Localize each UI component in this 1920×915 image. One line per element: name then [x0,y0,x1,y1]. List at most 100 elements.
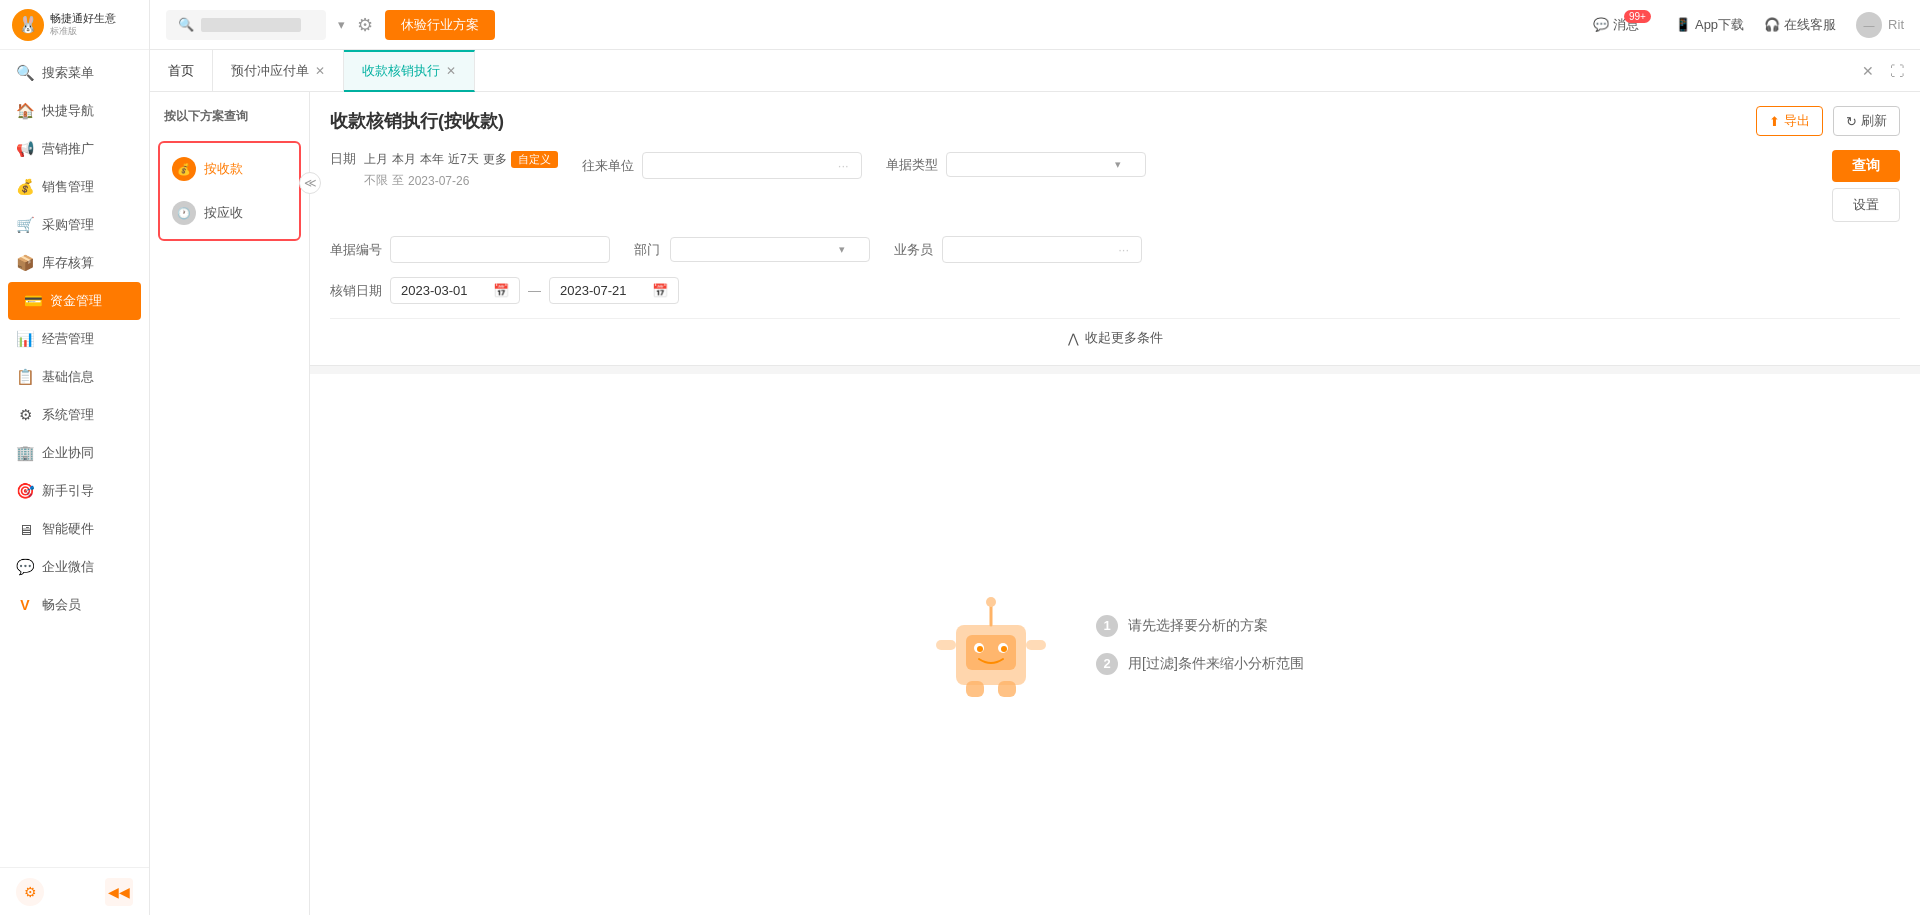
date-shortcut-last-month[interactable]: 上月 [364,151,388,168]
sidebar-label-marketing: 营销推广 [42,140,94,158]
empty-illustration [926,580,1056,710]
filter-sidebar-collapse[interactable]: ≪ [299,172,321,194]
sidebar-label-hardware: 智能硬件 [42,520,94,538]
sidebar-item-hardware[interactable]: 🖥 智能硬件 [0,510,149,548]
empty-state: 1 请先选择要分析的方案 2 用[过滤]条件来缩小分析范围 [310,374,1920,915]
sidebar-collapse-btn[interactable]: ◀◀ [105,878,133,906]
sidebar-item-member[interactable]: V 畅会员 [0,586,149,624]
date-dash: — [528,283,541,298]
date-field: 日期 上月 本月 本年 近7天 更多 自定义 [330,150,558,189]
clerk-input[interactable]: ··· [942,236,1142,263]
date-shortcut-this-year[interactable]: 本年 [420,151,444,168]
tab-home[interactable]: 首页 [150,50,213,92]
sidebar-nav: 🔍 搜索菜单 🏠 快捷导航 📢 营销推广 💰 销售管理 🛒 采购管理 📦 库存核… [0,50,149,867]
party-dots: ··· [838,158,849,173]
member-icon: V [16,596,34,614]
sidebar-item-quick-nav[interactable]: 🏠 快捷导航 [0,92,149,130]
date-custom-badge[interactable]: 自定义 [511,151,558,168]
message-btn[interactable]: 💬 消息 99+ [1593,16,1639,34]
message-icon: 💬 [1593,17,1609,32]
topbar-dropdown-icon[interactable]: ▾ [338,17,345,32]
sidebar-item-capital[interactable]: 💳 资金管理 [8,282,141,320]
user-area[interactable]: — Rit [1856,12,1904,38]
industry-btn[interactable]: 休验行业方案 [385,10,495,40]
message-badge: 99+ [1624,10,1651,23]
filter-form: 日期 上月 本月 本年 近7天 更多 自定义 [330,150,1900,365]
sidebar-item-marketing[interactable]: 📢 营销推广 [0,130,149,168]
dept-field: 部门 ▾ [634,237,870,262]
settings-footer-icon[interactable]: ⚙ [16,878,44,906]
user-avatar: — [1856,12,1882,38]
close-receipt-cancel-tab[interactable]: ✕ [446,64,456,78]
query-btn[interactable]: 查询 [1832,150,1900,182]
collapse-more-btn[interactable]: ⋀ 收起更多条件 [330,318,1900,351]
header-actions: ⬆ 导出 ↻ 刷新 [1756,106,1900,136]
clerk-dots: ··· [1118,242,1129,257]
online-service-btn[interactable]: 🎧 在线客服 [1764,16,1836,34]
sidebar-item-system[interactable]: ⚙ 系统管理 [0,396,149,434]
inventory-icon: 📦 [16,254,34,272]
guide-icon: 🎯 [16,482,34,500]
expand-tab-btn[interactable]: ⛶ [1886,59,1908,83]
filter-by-receipt-label: 按收款 [204,160,243,178]
sidebar-item-sales[interactable]: 💰 销售管理 [0,168,149,206]
avatar-placeholder: — [1864,19,1875,31]
dept-label: 部门 [634,241,662,259]
close-prepay-tab[interactable]: ✕ [315,64,325,78]
topbar-search-box[interactable]: 🔍 [166,10,326,40]
sidebar-item-purchase[interactable]: 🛒 采购管理 [0,206,149,244]
verify-date-end-input[interactable]: 2023-07-21 📅 [549,277,679,304]
app-icon: 📱 [1675,17,1691,32]
content-area: 收款核销执行(按收款) ⬆ 导出 ↻ 刷新 [310,92,1920,915]
tabbar: 首页 预付冲应付单 ✕ 收款核销执行 ✕ ✕ ⛶ [150,50,1920,92]
sidebar-item-search[interactable]: 🔍 搜索菜单 [0,54,149,92]
sidebar-item-inventory[interactable]: 📦 库存核算 [0,244,149,282]
dept-select[interactable]: ▾ [670,237,870,262]
topbar-search-placeholder: 🔍 [178,17,201,32]
sidebar-item-wechat[interactable]: 💬 企业微信 [0,548,149,586]
sidebar-label-quick-nav: 快捷导航 [42,102,94,120]
tab-controls: ✕ ⛶ [1846,59,1920,83]
filter-by-receipt[interactable]: 💰 按收款 [160,147,299,191]
date-shortcut-this-month[interactable]: 本月 [392,151,416,168]
by-receipt-icon: 💰 [172,157,196,181]
refresh-icon: ↻ [1846,114,1857,129]
svg-point-7 [986,597,996,607]
party-input[interactable]: ··· [642,152,862,179]
sidebar-label-sales: 销售管理 [42,178,94,196]
svg-rect-1 [966,635,1016,670]
date-shortcut-more[interactable]: 更多 [483,151,507,168]
refresh-btn[interactable]: ↻ 刷新 [1833,106,1900,136]
tab-receipt-cancel[interactable]: 收款核销执行 ✕ [344,50,475,92]
doc-type-select[interactable]: ▾ [946,152,1146,177]
sidebar-item-operation[interactable]: 📊 经营管理 [0,320,149,358]
page-body: 按以下方案查询 💰 按收款 🕐 按应收 ≪ 收款核销执行(按收款) [150,92,1920,915]
empty-hints: 1 请先选择要分析的方案 2 用[过滤]条件来缩小分析范围 [1096,615,1304,675]
query-btns: 查询 设置 [1832,150,1900,222]
tab-prepay[interactable]: 预付冲应付单 ✕ [213,50,344,92]
topbar-gear-icon[interactable]: ⚙ [357,14,373,36]
sidebar-item-enterprise[interactable]: 🏢 企业协同 [0,434,149,472]
export-btn[interactable]: ⬆ 导出 [1756,106,1823,136]
doc-number-label: 单据编号 [330,241,382,259]
verify-date-label: 核销日期 [330,282,382,300]
collapse-more-label: 收起更多条件 [1085,329,1163,347]
sidebar-item-basic[interactable]: 📋 基础信息 [0,358,149,396]
app-download-btn[interactable]: 📱 App下载 [1675,16,1744,34]
sidebar-label-inventory: 库存核算 [42,254,94,272]
filter-by-receivable[interactable]: 🕐 按应收 [160,191,299,235]
svg-rect-10 [966,681,984,697]
empty-hint-1: 1 请先选择要分析的方案 [1096,615,1304,637]
hint-num-1: 1 [1096,615,1118,637]
wechat-icon: 💬 [16,558,34,576]
verify-date-start-input[interactable]: 2023-03-01 📅 [390,277,520,304]
doc-type-field: 单据类型 ▾ [886,152,1146,177]
sidebar-label-enterprise: 企业协同 [42,444,94,462]
doc-number-input[interactable] [390,236,610,263]
settings-btn[interactable]: 设置 [1832,188,1900,222]
svg-point-5 [1001,646,1007,652]
date-shortcut-7days[interactable]: 近7天 [448,151,479,168]
close-tab-btn[interactable]: ✕ [1858,59,1878,83]
page-title: 收款核销执行(按收款) [330,109,504,133]
sidebar-item-guide[interactable]: 🎯 新手引导 [0,472,149,510]
